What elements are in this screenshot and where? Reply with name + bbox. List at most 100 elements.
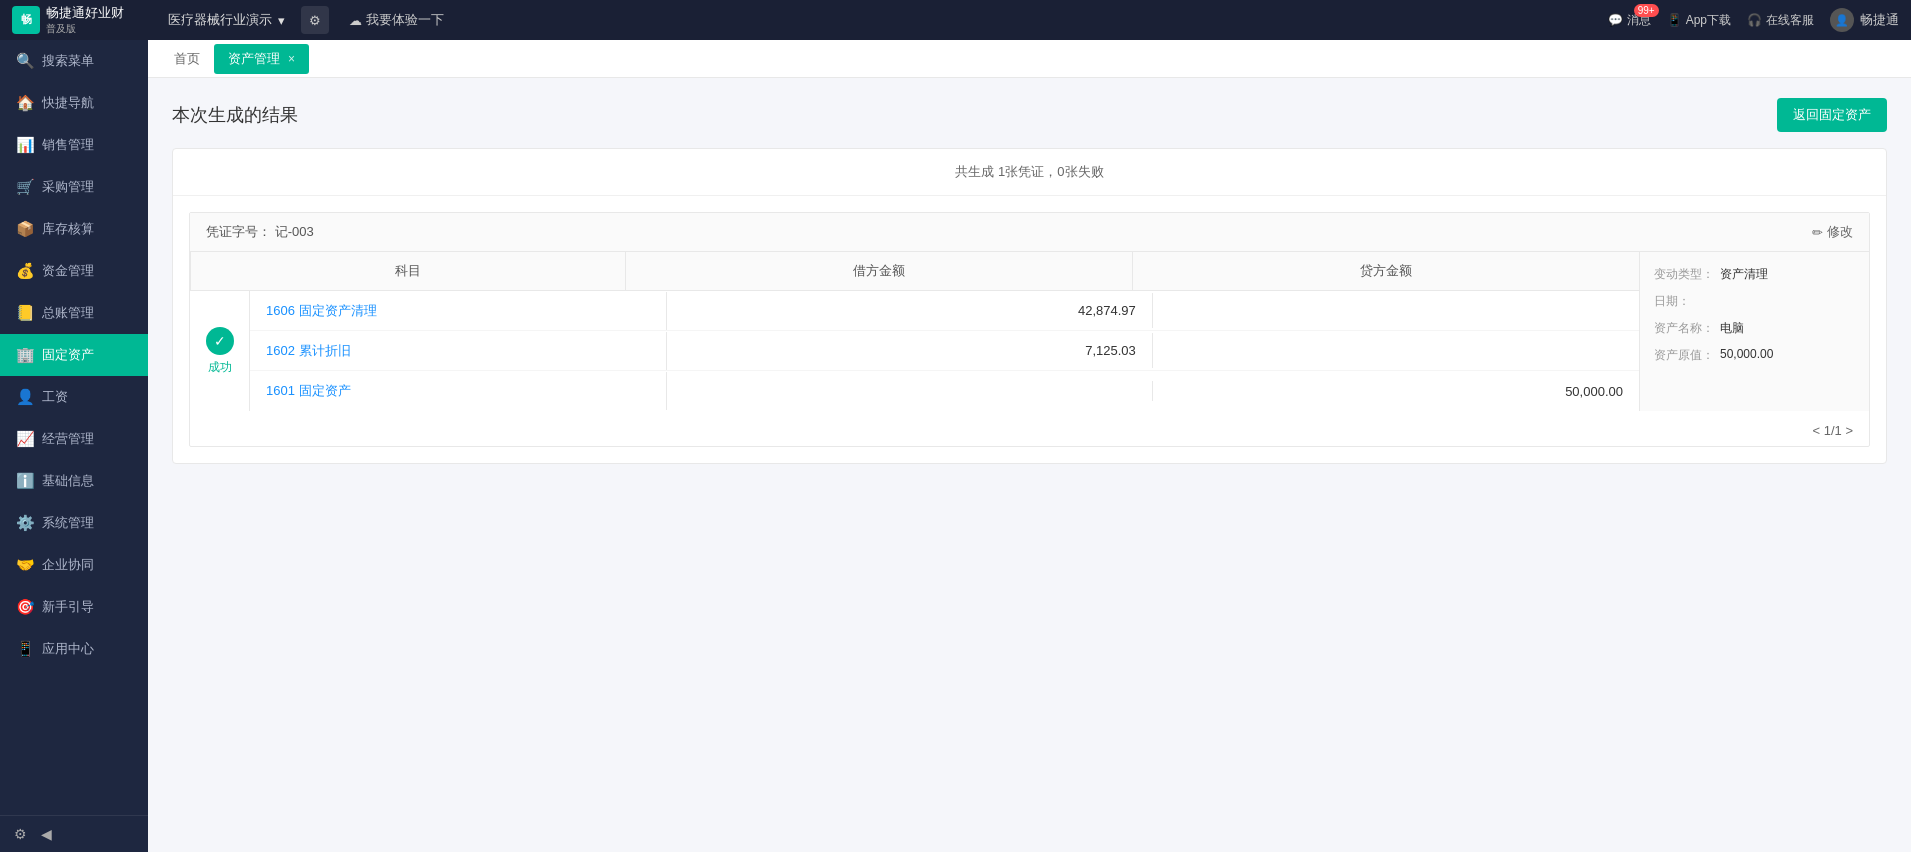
guide-icon: 🎯 <box>16 598 34 616</box>
logo-text: 畅捷通好业财 普及版 <box>46 5 124 35</box>
debit-cell-1: 7,125.03 <box>667 333 1153 368</box>
asset-name-row: 资产名称： 电脑 <box>1654 320 1855 337</box>
tab-close-button[interactable]: × <box>288 52 295 66</box>
change-type-label: 变动类型： <box>1654 266 1714 283</box>
return-fixed-assets-button[interactable]: 返回固定资产 <box>1777 98 1887 132</box>
sidebar-item-guide[interactable]: 🎯 新手引导 <box>0 586 148 628</box>
sidebar-item-app-center[interactable]: 📱 应用中心 <box>0 628 148 670</box>
sidebar-item-enterprise[interactable]: 🤝 企业协同 <box>0 544 148 586</box>
pagination-prev[interactable]: < <box>1813 423 1821 438</box>
online-service-button[interactable]: 🎧 在线客服 <box>1747 12 1814 29</box>
edit-icon: ✏ <box>1812 225 1823 240</box>
user-area[interactable]: 👤 畅捷通 <box>1830 8 1899 32</box>
voucher-header: 凭证字号： 记-003 ✏ 修改 <box>190 213 1869 252</box>
asset-name-value: 电脑 <box>1720 320 1744 337</box>
sidebar-item-operations[interactable]: 📈 经营管理 <box>0 418 148 460</box>
finance-icon: 💰 <box>16 262 34 280</box>
subject-cell-1[interactable]: 1602 累计折旧 <box>250 332 667 370</box>
tab-asset-management[interactable]: 资产管理 × <box>214 44 309 74</box>
voucher-number: 凭证字号： 记-003 <box>206 223 314 241</box>
data-rows: 1606 固定资产清理 42,874.97 1602 累计折旧 7,125.03 <box>250 291 1639 411</box>
messages-badge: 99+ <box>1634 4 1659 17</box>
page-header: 本次生成的结果 返回固定资产 <box>172 98 1887 132</box>
sidebar-collapse-button[interactable]: ◀ <box>41 826 52 842</box>
app-download-button[interactable]: 📱 App下载 <box>1667 12 1731 29</box>
voucher-body: 科目 借方金额 贷方金额 ✓ 成功 <box>190 252 1869 411</box>
side-panel: 变动类型： 资产清理 日期： 资产名称： 电脑 <box>1639 252 1869 411</box>
payroll-icon: 👤 <box>16 388 34 406</box>
sidebar-item-purchase[interactable]: 🛒 采购管理 <box>0 166 148 208</box>
edit-button[interactable]: ✏ 修改 <box>1812 223 1853 241</box>
ledger-icon: 📒 <box>16 304 34 322</box>
subject-cell-2[interactable]: 1601 固定资产 <box>250 372 667 410</box>
trial-button[interactable]: ☁ 我要体验一下 <box>339 7 454 33</box>
sidebar-settings-button[interactable]: ⚙ <box>14 826 27 842</box>
pagination: < 1/1 > <box>190 415 1869 446</box>
pagination-next[interactable]: > <box>1845 423 1853 438</box>
messages-button[interactable]: 💬 消息 99+ <box>1608 12 1651 29</box>
sidebar-item-payroll[interactable]: 👤 工资 <box>0 376 148 418</box>
tab-bar: 首页 资产管理 × <box>148 40 1911 78</box>
page-title: 本次生成的结果 <box>172 103 298 127</box>
content-area: 首页 资产管理 × 本次生成的结果 返回固定资产 共生成 1张凭证，0张失败 <box>148 40 1911 852</box>
search-icon: 🔍 <box>16 52 34 70</box>
success-text: 成功 <box>208 359 232 376</box>
col-header-subject: 科目 <box>191 252 626 290</box>
logo-icon: 畅 <box>12 6 40 34</box>
dropdown-icon: ▾ <box>278 13 285 28</box>
basic-info-icon: ℹ️ <box>16 472 34 490</box>
app-center-icon: 📱 <box>16 640 34 658</box>
pagination-info: 1/1 <box>1824 423 1846 438</box>
top-header: 畅 畅捷通好业财 普及版 医疗器械行业演示 ▾ ⚙ ☁ 我要体验一下 💬 消息 … <box>0 0 1911 40</box>
credit-cell-1 <box>1153 341 1639 361</box>
col-header-debit: 借方金额 <box>626 252 1133 290</box>
credit-cell-2: 50,000.00 <box>1153 374 1639 409</box>
sidebar-item-system[interactable]: ⚙️ 系统管理 <box>0 502 148 544</box>
sidebar-item-inventory[interactable]: 📦 库存核算 <box>0 208 148 250</box>
date-row: 日期： <box>1654 293 1855 310</box>
header-actions: 💬 消息 99+ 📱 App下载 🎧 在线客服 👤 畅捷通 <box>1608 8 1899 32</box>
trial-icon: ☁ <box>349 13 362 28</box>
company-selector[interactable]: 医疗器械行业演示 ▾ <box>160 7 293 33</box>
date-label: 日期： <box>1654 293 1690 310</box>
change-type-value: 资产清理 <box>1720 266 1768 283</box>
avatar: 👤 <box>1830 8 1854 32</box>
subject-cell-0[interactable]: 1606 固定资产清理 <box>250 292 667 330</box>
home-icon: 🏠 <box>16 94 34 112</box>
original-value-row: 资产原值： 50,000.00 <box>1654 347 1855 364</box>
tab-home[interactable]: 首页 <box>164 50 210 68</box>
sidebar-item-quick-nav[interactable]: 🏠 快捷导航 <box>0 82 148 124</box>
sales-icon: 📊 <box>16 136 34 154</box>
table-row: 1606 固定资产清理 42,874.97 <box>250 291 1639 331</box>
sidebar-item-basic-info[interactable]: ℹ️ 基础信息 <box>0 460 148 502</box>
change-type-row: 变动类型： 资产清理 <box>1654 266 1855 283</box>
purchase-icon: 🛒 <box>16 178 34 196</box>
inventory-icon: 📦 <box>16 220 34 238</box>
sidebar-item-ledger[interactable]: 📒 总账管理 <box>0 292 148 334</box>
sidebar-item-fixed-assets[interactable]: 🏢 固定资产 <box>0 334 148 376</box>
settings-button[interactable]: ⚙ <box>301 6 329 34</box>
sidebar-item-finance[interactable]: 💰 资金管理 <box>0 250 148 292</box>
asset-name-label: 资产名称： <box>1654 320 1714 337</box>
system-icon: ⚙️ <box>16 514 34 532</box>
table-row: 1601 固定资产 50,000.00 <box>250 371 1639 411</box>
sidebar-item-search[interactable]: 🔍 搜索菜单 <box>0 40 148 82</box>
sidebar-item-sales[interactable]: 📊 销售管理 <box>0 124 148 166</box>
table-rows-container: ✓ 成功 1606 固定资产清理 42,874.97 <box>190 291 1639 411</box>
original-value-label: 资产原值： <box>1654 347 1714 364</box>
fixed-assets-icon: 🏢 <box>16 346 34 364</box>
table-row: 1602 累计折旧 7,125.03 <box>250 331 1639 371</box>
download-icon: 📱 <box>1667 13 1682 27</box>
enterprise-icon: 🤝 <box>16 556 34 574</box>
debit-cell-2 <box>667 381 1153 401</box>
col-header-credit: 贷方金额 <box>1133 252 1640 290</box>
credit-cell-0 <box>1153 301 1639 321</box>
sidebar: 🔍 搜索菜单 🏠 快捷导航 📊 销售管理 🛒 采购管理 📦 库存核算 💰 资金管… <box>0 40 148 852</box>
service-icon: 🎧 <box>1747 13 1762 27</box>
page-content: 本次生成的结果 返回固定资产 共生成 1张凭证，0张失败 凭证字号： 记-003 <box>148 78 1911 852</box>
original-value-value: 50,000.00 <box>1720 347 1773 364</box>
voucher-section: 凭证字号： 记-003 ✏ 修改 <box>189 212 1870 447</box>
logo-area: 畅 畅捷通好业财 普及版 <box>12 5 160 35</box>
sidebar-footer: ⚙ ◀ <box>0 815 148 852</box>
success-icon: ✓ <box>206 327 234 355</box>
